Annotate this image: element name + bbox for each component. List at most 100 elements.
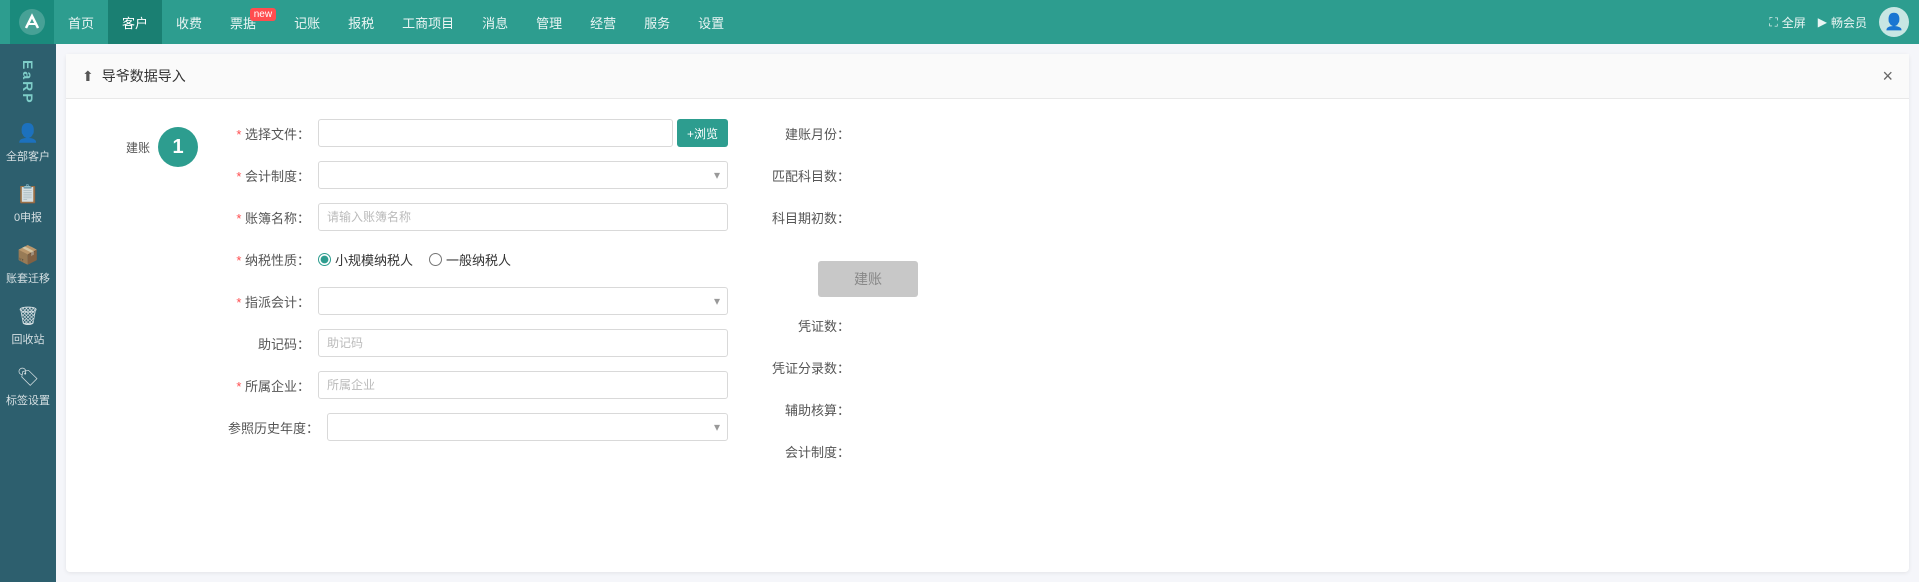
tax-type-control: 小规模纳税人 一般纳税人 — [318, 245, 728, 273]
nav-tax[interactable]: 报税 — [334, 0, 388, 44]
sidebar-item-label: 全部客户 — [6, 148, 50, 164]
vip-label: 畅会员 — [1831, 14, 1867, 31]
fullscreen-icon: ⛶ — [1769, 15, 1777, 30]
history-year-control — [327, 413, 728, 441]
initial-subjects-row: 科目期初数： — [768, 203, 968, 231]
sidebar-item-label: 标签设置 — [6, 392, 50, 408]
nav-settings[interactable]: 设置 — [684, 0, 738, 44]
memo-input[interactable] — [318, 329, 728, 357]
content-area: ⬆ 导爷数据导入 × 建账 1 — [56, 44, 1919, 582]
build-month-label: 建账月份： — [768, 124, 858, 143]
match-subjects-row: 匹配科目数： — [768, 161, 968, 189]
memo-control — [318, 329, 728, 357]
panel-title-text: 导爷数据导入 — [102, 66, 186, 86]
avatar[interactable]: 👤 — [1879, 7, 1909, 37]
nav-business[interactable]: 工商项目 — [388, 0, 468, 44]
top-nav: 首页 客户 收费 票据 new 记账 报税 工商项目 消息 管理 经营 服务 设… — [0, 0, 1919, 44]
vip-icon: ▶ — [1818, 15, 1827, 29]
radio-general-input[interactable] — [429, 253, 442, 266]
sidebar-item-label: 账套迁移 — [6, 270, 50, 286]
accountant-row: 指派会计： — [228, 287, 728, 315]
history-year-select[interactable] — [327, 413, 728, 441]
initial-subjects-label: 科目期初数： — [768, 208, 858, 227]
nav-manage[interactable]: 管理 — [522, 0, 576, 44]
company-control — [318, 371, 728, 399]
radio-general-taxpayer[interactable]: 一般纳税人 — [429, 250, 511, 269]
vip-button[interactable]: ▶ 畅会员 — [1818, 14, 1867, 31]
tags-icon: 🏷 — [17, 367, 40, 388]
aux-accounting-value — [858, 395, 968, 423]
nav-messages[interactable]: 消息 — [468, 0, 522, 44]
ledger-name-input[interactable] — [318, 203, 728, 231]
radio-small-label: 小规模纳税人 — [335, 250, 413, 269]
import-panel: ⬆ 导爷数据导入 × 建账 1 — [66, 54, 1909, 572]
company-input[interactable] — [318, 371, 728, 399]
voucher-entries-label: 凭证分录数： — [768, 358, 858, 377]
accounting-system-label: 会计制度： — [228, 166, 318, 185]
radio-small-taxpayer[interactable]: 小规模纳税人 — [318, 250, 413, 269]
voucher-count-value — [858, 311, 968, 339]
browse-button[interactable]: +浏览 — [677, 119, 728, 147]
accountant-control — [318, 287, 728, 315]
nav-invoices[interactable]: 票据 new — [216, 0, 280, 44]
initial-subjects-value — [858, 203, 968, 231]
radio-small-input[interactable] — [318, 253, 331, 266]
brand-text: EaRP — [19, 60, 37, 105]
memo-row: 助记码： — [228, 329, 728, 357]
nav-fees[interactable]: 收费 — [162, 0, 216, 44]
sidebar-item-migration[interactable]: 📦 账套迁移 — [0, 235, 56, 296]
accounting-system-control — [318, 161, 728, 189]
nav-services[interactable]: 服务 — [630, 0, 684, 44]
sidebar-item-tags[interactable]: 🏷 标签设置 — [0, 357, 56, 418]
nav-bookkeeping[interactable]: 记账 — [280, 0, 334, 44]
info-accounting-system-value — [858, 437, 968, 465]
nav-home[interactable]: 首页 — [54, 0, 108, 44]
panel-header: ⬆ 导爷数据导入 × — [66, 54, 1909, 99]
nav-operations[interactable]: 经营 — [576, 0, 630, 44]
aux-accounting-row: 辅助核算： — [768, 395, 968, 423]
tax-type-row: 纳税性质： 小规模纳税人 一般纳税人 — [228, 245, 728, 273]
recycle-icon: 🗑 — [17, 306, 40, 327]
file-input[interactable] — [318, 119, 673, 147]
accountant-select[interactable] — [318, 287, 728, 315]
nav-right: ⛶ 全屏 ▶ 畅会员 👤 — [1769, 7, 1909, 37]
migration-icon: 📦 — [17, 245, 39, 266]
sidebar: EaRP 👤 全部客户 📋 0申报 📦 账套迁移 🗑 回收站 🏷 标签设置 — [0, 44, 56, 582]
all-customers-icon: 👤 — [17, 123, 39, 144]
history-year-row: 参照历史年度： — [228, 413, 728, 441]
voucher-count-row: 凭证数： — [768, 311, 968, 339]
voucher-entries-value — [858, 353, 968, 381]
file-control: +浏览 — [318, 119, 728, 147]
history-year-label: 参照历史年度： — [228, 418, 327, 437]
build-month-value — [858, 119, 968, 147]
company-label: 所属企业： — [228, 376, 318, 395]
tax-type-label: 纳税性质： — [228, 250, 318, 269]
accounting-system-select[interactable] — [318, 161, 728, 189]
memo-label: 助记码： — [228, 334, 318, 353]
main-layout: EaRP 👤 全部客户 📋 0申报 📦 账套迁移 🗑 回收站 🏷 标签设置 — [0, 44, 1919, 582]
import-icon: ⬆ — [82, 68, 94, 85]
radio-general-label: 一般纳税人 — [446, 250, 511, 269]
sidebar-item-declaration[interactable]: 📋 0申报 — [0, 174, 56, 235]
declaration-icon: 📋 — [17, 184, 39, 205]
panel-body: 建账 1 选择文件： +浏览 — [66, 99, 1909, 499]
fullscreen-button[interactable]: ⛶ 全屏 — [1769, 14, 1805, 31]
step-indicator: 建账 1 — [126, 119, 198, 479]
form-fields: 选择文件： +浏览 会计制度： — [228, 119, 728, 479]
step-badge: 1 — [158, 127, 198, 167]
voucher-count-label: 凭证数： — [768, 316, 858, 335]
info-section: 建账月份： 匹配科目数： 科目期初数： 建账 — [768, 119, 968, 479]
nav-customers[interactable]: 客户 — [108, 0, 162, 44]
aux-accounting-label: 辅助核算： — [768, 400, 858, 419]
logo[interactable] — [10, 0, 54, 44]
close-button[interactable]: × — [1882, 67, 1893, 85]
sidebar-item-all-customers[interactable]: 👤 全部客户 — [0, 113, 56, 174]
accounting-system-row: 会计制度： — [228, 161, 728, 189]
sidebar-item-label: 0申报 — [14, 209, 42, 225]
info-accounting-system-label: 会计制度： — [768, 442, 858, 461]
build-btn-row: 建账 — [768, 251, 968, 297]
ledger-name-label: 账簿名称： — [228, 208, 318, 227]
new-badge: new — [250, 8, 276, 21]
sidebar-item-recycle[interactable]: 🗑 回收站 — [0, 296, 56, 357]
build-button[interactable]: 建账 — [818, 261, 918, 297]
